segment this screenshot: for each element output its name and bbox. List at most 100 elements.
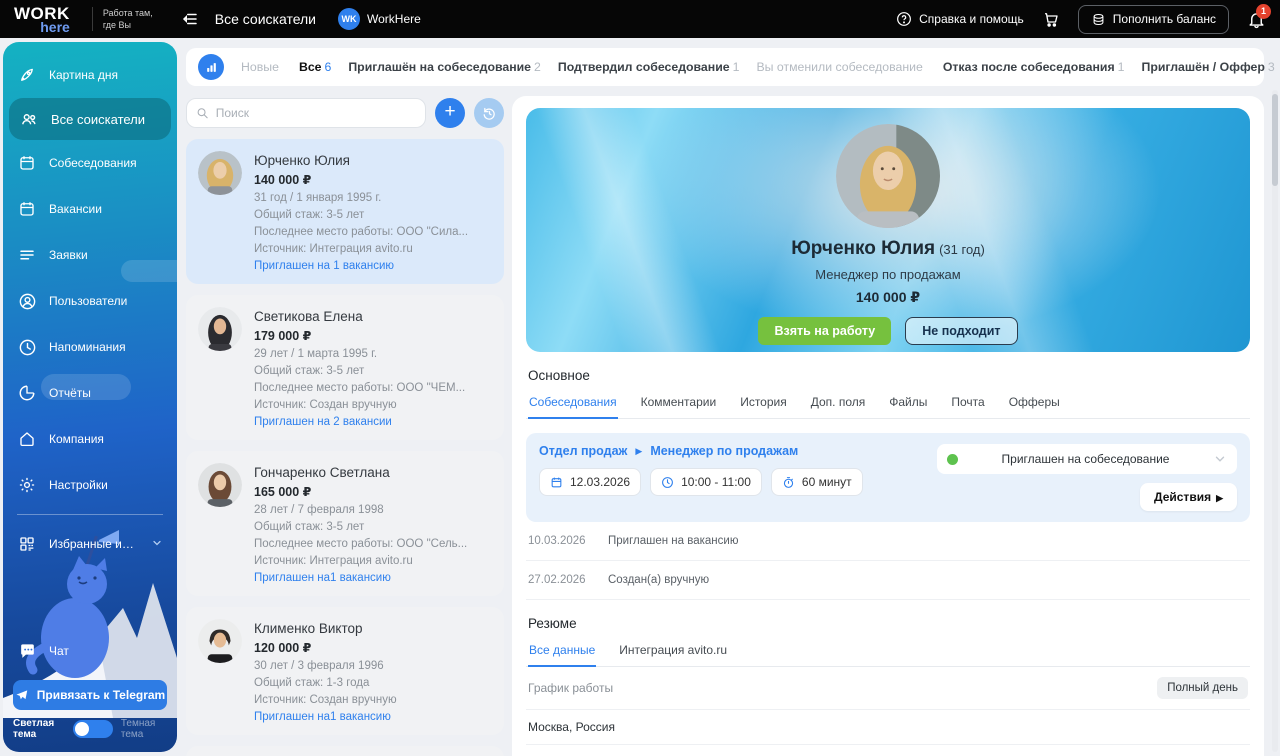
coins-icon <box>1093 13 1104 25</box>
user-circle-icon <box>17 292 37 311</box>
theme-dark-label: Темная тема <box>120 718 156 740</box>
cart-icon[interactable] <box>1042 10 1060 28</box>
sidebar-item-requests[interactable]: Заявки <box>3 232 177 278</box>
sidebar-item-chat[interactable]: Чат <box>3 628 177 674</box>
invited-vacancy-link[interactable]: Приглашен на1 вакансию <box>254 572 467 584</box>
status-tab-offer[interactable]: Приглашён / Оффер 3 <box>1141 60 1274 74</box>
calendar-icon <box>551 477 562 487</box>
history-button[interactable] <box>474 98 504 128</box>
search-icon <box>197 108 208 119</box>
sidebar-item-company[interactable]: Компания <box>3 416 177 462</box>
profile-salary: 140 000 ₽ <box>855 289 921 305</box>
sidebar-item-users[interactable]: Пользователи <box>3 278 177 324</box>
status-tab-cancelled[interactable]: Вы отменили собеседование <box>756 60 925 74</box>
tab-offers[interactable]: Офферы <box>1008 393 1061 418</box>
clock-icon <box>17 338 37 357</box>
tagline: Работа там, где Вы <box>102 7 153 30</box>
pie-chart-icon <box>17 384 37 402</box>
candidate-list: + Юрченко Юлия 140 000 ₽ 31 год / 1 янва… <box>186 98 516 756</box>
stopwatch-icon <box>783 476 794 488</box>
sidebar-item-dashboard[interactable]: Картина дня <box>3 52 177 98</box>
analytics-icon[interactable] <box>198 54 224 80</box>
interview-date-field[interactable]: 12.03.2026 <box>539 468 642 496</box>
profile-tabs: Собеседования Комментарии История Доп. п… <box>526 393 1250 419</box>
hire-button[interactable]: Взять на работу <box>758 317 892 345</box>
profile-role: Менеджер по продажам <box>815 267 961 282</box>
status-filter-bar: Новые Все 6 Приглашён на собеседование 2 П… <box>186 48 1275 86</box>
actions-button[interactable]: Действия ▶ <box>1140 483 1237 511</box>
tab-avito-integration[interactable]: Интеграция avito.ru <box>618 641 728 666</box>
candidate-card[interactable]: Светикова Елена 179 000 ₽ 29 лет / 1 мар… <box>186 295 504 440</box>
status-dropdown[interactable]: Приглашен на собеседование <box>937 444 1237 474</box>
candidate-card[interactable]: Клименко Виктор 120 000 ₽ 30 лет / 3 фев… <box>186 607 504 735</box>
theme-light-label: Светлая тема <box>13 718 55 740</box>
avatar <box>198 463 242 507</box>
search-input[interactable] <box>215 106 416 120</box>
help-link[interactable]: Справка и помощь <box>896 11 1024 27</box>
topbar-divider <box>91 7 93 31</box>
sidebar-item-reminders[interactable]: Напоминания <box>3 324 177 370</box>
profile-hero-banner: Юрченко Юлия (31 год) Менеджер по продажа… <box>526 108 1250 352</box>
status-tab-invited-interview[interactable]: Приглашён на собеседование 2 <box>348 60 541 74</box>
sidebar-item-vacancies[interactable]: Вакансии <box>3 186 177 232</box>
sidebar-item-reports[interactable]: Отчёты <box>3 370 177 416</box>
history-row: 27.02.2026 Создан(а) вручную <box>526 561 1250 600</box>
profile-age: (31 год) <box>939 242 985 257</box>
add-candidate-button[interactable]: + <box>435 98 465 128</box>
interview-card: Отдел продаж ▶ Менеджер по продажам 12.0… <box>526 433 1250 522</box>
avatar <box>198 151 242 195</box>
sidebar-item-settings[interactable]: Настройки <box>3 462 177 508</box>
question-icon <box>897 12 912 26</box>
avatar <box>198 619 242 663</box>
theme-toggle[interactable] <box>72 720 113 738</box>
candidate-card[interactable]: Радченко Евгения QA Engineer Общий стаж:… <box>186 746 504 756</box>
invited-vacancy-link[interactable]: Приглашен на 1 вакансию <box>254 260 468 272</box>
tab-history[interactable]: История <box>739 393 788 418</box>
tab-all-data[interactable]: Все данные <box>528 641 597 667</box>
page-scrollbar[interactable] <box>1272 90 1278 752</box>
interview-time-field[interactable]: 10:00 - 11:00 <box>650 468 762 496</box>
sidebar-item-interviews[interactable]: Собеседования <box>3 140 177 186</box>
workspace-switcher[interactable]: WK WorkHere <box>338 8 421 30</box>
section-title-main: Основное <box>528 368 590 383</box>
notification-badge: 1 <box>1256 3 1271 19</box>
candidate-card[interactable]: Гончаренко Светлана 165 000 ₽ 28 лет / 7… <box>186 451 504 596</box>
topbar: WORK here Работа там, где Вы Все соискат… <box>0 0 1280 38</box>
status-tab-all[interactable]: Все 6 <box>299 60 331 74</box>
telegram-plane-icon <box>16 690 28 700</box>
department-link[interactable]: Отдел продаж <box>539 444 627 458</box>
avatar <box>198 307 242 351</box>
location-row: Москва, Россия <box>526 710 1250 745</box>
tab-extra-fields[interactable]: Доп. поля <box>810 393 867 418</box>
notifications-bell-icon[interactable]: 1 <box>1247 3 1271 29</box>
invited-vacancy-link[interactable]: Приглашен на 2 вакансии <box>254 416 465 428</box>
topup-balance-button[interactable]: Пополнить баланс <box>1077 4 1229 34</box>
history-icon <box>483 107 495 120</box>
rocket-icon <box>17 66 37 84</box>
tab-interviews[interactable]: Собеседования <box>528 393 618 419</box>
candidate-card[interactable]: Юрченко Юлия 140 000 ₽ 31 год / 1 января… <box>186 139 504 284</box>
tab-comments[interactable]: Комментарии <box>640 393 718 418</box>
sidebar-item-favorite-tools[interactable]: Избранные инстр... <box>3 521 177 567</box>
workhere-logo[interactable]: WORK here <box>14 5 70 34</box>
sidebar-item-all-candidates[interactable]: Все соискатели <box>9 98 171 140</box>
sidebar: Картина дня Все соискатели Собеседования… <box>3 42 177 752</box>
tab-files[interactable]: Файлы <box>888 393 928 418</box>
position-link[interactable]: Менеджер по продажам <box>650 444 798 458</box>
tab-mail[interactable]: Почта <box>950 393 985 418</box>
status-dot <box>947 453 958 465</box>
sidebar-divider <box>17 514 163 515</box>
interview-duration-field[interactable]: 60 минут <box>770 468 863 496</box>
telegram-link-button[interactable]: Привязать к Telegram <box>13 680 167 710</box>
status-tab-new[interactable]: Новые <box>241 60 282 74</box>
sidebar-collapse-icon[interactable] <box>181 10 199 28</box>
profile-name: Юрченко Юлия (31 год) <box>791 238 985 259</box>
invited-vacancy-link[interactable]: Приглашен на1 вакансию <box>254 711 397 723</box>
history-row: 10.03.2026 Приглашен на вакансию <box>526 522 1250 561</box>
gear-icon <box>17 476 37 494</box>
profile-photo <box>836 124 940 228</box>
page-scrollbar-thumb[interactable] <box>1272 94 1278 186</box>
status-tab-confirmed-interview[interactable]: Подтвердил собеседование 1 <box>558 60 740 74</box>
reject-button[interactable]: Не подходит <box>905 317 1018 345</box>
status-tab-rejected-after[interactable]: Отказ после собеседования 1 <box>943 60 1125 74</box>
